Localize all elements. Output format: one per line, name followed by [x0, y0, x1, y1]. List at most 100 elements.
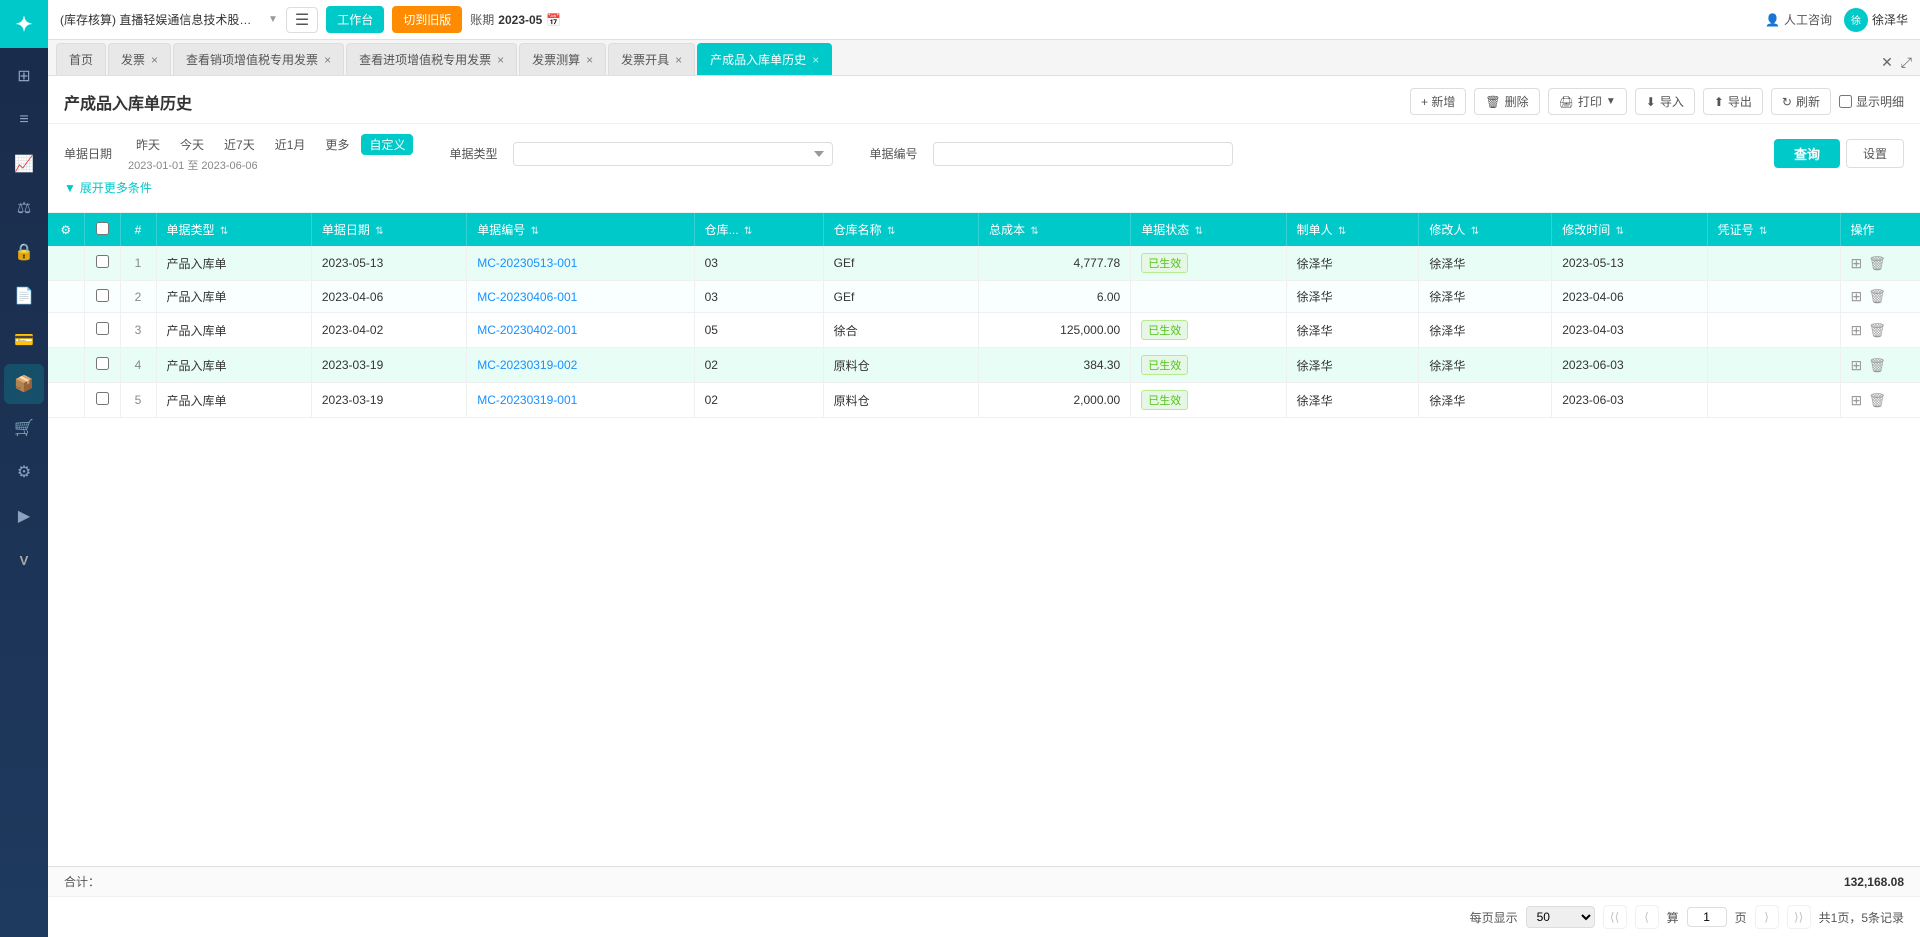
date-btn-1month[interactable]: 近1月 — [267, 134, 314, 155]
delete-row-icon[interactable]: 🗑 — [1868, 322, 1886, 339]
delete-row-icon[interactable]: 🗑 — [1868, 288, 1886, 305]
user-service-btn[interactable]: 👤 人工咨询 — [1765, 11, 1832, 28]
delete-row-icon[interactable]: 🗑 — [1868, 357, 1886, 374]
cell-checkbox[interactable] — [84, 281, 120, 313]
row-checkbox[interactable] — [96, 322, 109, 335]
doc-number-link[interactable]: MC-20230406-001 — [477, 290, 577, 304]
import-button[interactable]: ⬇ 导入 — [1635, 88, 1695, 115]
row-checkbox[interactable] — [96, 392, 109, 405]
show-detail-checkbox[interactable]: 显示明细 — [1839, 93, 1904, 110]
sidebar-item-home[interactable]: ⊞ — [4, 56, 44, 96]
doc-button[interactable]: ☰ — [286, 7, 318, 33]
doc-number-link[interactable]: MC-20230319-002 — [477, 358, 577, 372]
col-checkbox-header[interactable] — [84, 213, 120, 246]
tab-invoice-issue[interactable]: 发票开具 × — [608, 43, 695, 75]
date-btn-custom[interactable]: 自定义 — [361, 134, 413, 155]
show-detail-input[interactable] — [1839, 95, 1852, 108]
sidebar-item-report[interactable]: 📈 — [4, 144, 44, 184]
sidebar-item-bank[interactable]: 💳 — [4, 320, 44, 360]
tab-invoice-calc-close[interactable]: × — [586, 53, 593, 67]
date-btn-yesterday[interactable]: 昨天 — [128, 134, 168, 155]
export-button[interactable]: ⬆ 导出 — [1703, 88, 1763, 115]
user-info[interactable]: 徐 徐泽华 — [1844, 8, 1908, 32]
delete-row-icon[interactable]: 🗑 — [1868, 255, 1886, 272]
col-type-header[interactable]: 单据类型 ⇅ — [156, 213, 311, 246]
tab-product-history[interactable]: 产成品入库单历史 × — [697, 43, 832, 75]
page-size-select[interactable]: 50 20 100 — [1526, 906, 1595, 928]
tab-product-history-close[interactable]: × — [812, 53, 819, 67]
doc-number-link[interactable]: MC-20230402-001 — [477, 323, 577, 337]
col-creator-header[interactable]: 制单人 ⇅ — [1286, 213, 1419, 246]
col-wcode-header[interactable]: 仓库... ⇅ — [694, 213, 823, 246]
switch-button[interactable]: 切到旧版 — [392, 6, 462, 33]
tab-invoice-issue-close[interactable]: × — [675, 53, 682, 67]
service-icon: 👤 — [1765, 13, 1780, 27]
calendar-icon[interactable]: 📅 — [546, 13, 561, 27]
query-button[interactable]: 查询 — [1774, 139, 1840, 168]
tab-maximize-icon[interactable]: ⤢ — [1901, 54, 1912, 71]
print-button[interactable]: 🖨 打印 ▼ — [1548, 88, 1627, 115]
sidebar-item-video[interactable]: ▶ — [4, 496, 44, 536]
sidebar-item-settings[interactable]: ⚙ — [4, 452, 44, 492]
app-logo[interactable]: ✦ — [0, 0, 48, 48]
col-settings-header[interactable]: ⚙ — [48, 213, 84, 246]
next-page-btn[interactable]: ⟩ — [1755, 905, 1779, 929]
tab-vat-sales[interactable]: 查看销项增值税专用发票 × — [173, 43, 344, 75]
expand-filter-button[interactable]: ▼ 展开更多条件 — [64, 179, 152, 196]
sidebar-item-version[interactable]: V — [4, 540, 44, 580]
first-page-btn[interactable]: ⟨⟨ — [1603, 905, 1627, 929]
edit-icon[interactable]: ⊞ — [1851, 357, 1863, 374]
doc-number-link[interactable]: MC-20230319-001 — [477, 393, 577, 407]
prev-page-btn[interactable]: ⟨ — [1635, 905, 1659, 929]
tab-vat-sales-close[interactable]: × — [324, 53, 331, 67]
date-btn-7days[interactable]: 近7天 — [216, 134, 263, 155]
sidebar-item-tax[interactable]: ⚖ — [4, 188, 44, 228]
cell-checkbox[interactable] — [84, 313, 120, 348]
cell-checkbox[interactable] — [84, 348, 120, 383]
edit-icon[interactable]: ⊞ — [1851, 288, 1863, 305]
row-checkbox[interactable] — [96, 357, 109, 370]
col-status-header[interactable]: 单据状态 ⇅ — [1131, 213, 1286, 246]
set-button[interactable]: 设置 — [1846, 139, 1904, 168]
tab-vat-purchase-close[interactable]: × — [497, 53, 504, 67]
doc-number-link[interactable]: MC-20230513-001 — [477, 256, 577, 270]
refresh-button[interactable]: ↻ 刷新 — [1771, 88, 1831, 115]
delete-button[interactable]: 🗑 删除 — [1474, 88, 1539, 115]
col-wname-header[interactable]: 仓库名称 ⇅ — [823, 213, 978, 246]
select-all-checkbox[interactable] — [96, 222, 109, 235]
col-voucher-header[interactable]: 凭证号 ⇅ — [1707, 213, 1840, 246]
edit-icon[interactable]: ⊞ — [1851, 255, 1863, 272]
col-cost-header[interactable]: 总成本 ⇅ — [979, 213, 1131, 246]
row-checkbox[interactable] — [96, 289, 109, 302]
sidebar-item-invoice[interactable]: 📄 — [4, 276, 44, 316]
page-input[interactable] — [1687, 907, 1727, 927]
date-btn-today[interactable]: 今天 — [172, 134, 212, 155]
row-checkbox[interactable] — [96, 255, 109, 268]
col-mtime-header[interactable]: 修改时间 ⇅ — [1552, 213, 1707, 246]
sidebar-item-purchase[interactable]: 🛒 — [4, 408, 44, 448]
new-button[interactable]: + 新增 — [1410, 88, 1466, 115]
cell-checkbox[interactable] — [84, 383, 120, 418]
type-select[interactable]: 产品入库单 — [513, 142, 833, 166]
tab-vat-purchase[interactable]: 查看进项增值税专用发票 × — [346, 43, 517, 75]
col-modifier-header[interactable]: 修改人 ⇅ — [1419, 213, 1552, 246]
sidebar-item-inventory[interactable]: 📦 — [4, 364, 44, 404]
dropdown-icon[interactable]: ▼ — [268, 14, 278, 25]
sidebar-item-assets[interactable]: 🔒 — [4, 232, 44, 272]
workbench-button[interactable]: 工作台 — [326, 6, 384, 33]
col-date-header[interactable]: 单据日期 ⇅ — [311, 213, 466, 246]
col-number-header[interactable]: 单据编号 ⇅ — [467, 213, 694, 246]
cell-checkbox[interactable] — [84, 246, 120, 281]
sidebar-item-journal[interactable]: ≡ — [4, 100, 44, 140]
edit-icon[interactable]: ⊞ — [1851, 322, 1863, 339]
tab-invoice-calc[interactable]: 发票测算 × — [519, 43, 606, 75]
number-input[interactable] — [933, 142, 1233, 166]
tab-close-all-icon[interactable]: ✕ — [1881, 54, 1893, 71]
edit-icon[interactable]: ⊞ — [1851, 392, 1863, 409]
tab-invoice[interactable]: 发票 × — [108, 43, 171, 75]
date-btn-more[interactable]: 更多 — [317, 134, 357, 155]
last-page-btn[interactable]: ⟩⟩ — [1787, 905, 1811, 929]
delete-row-icon[interactable]: 🗑 — [1868, 392, 1886, 409]
tab-home[interactable]: 首页 — [56, 43, 106, 75]
tab-invoice-close[interactable]: × — [151, 53, 158, 67]
